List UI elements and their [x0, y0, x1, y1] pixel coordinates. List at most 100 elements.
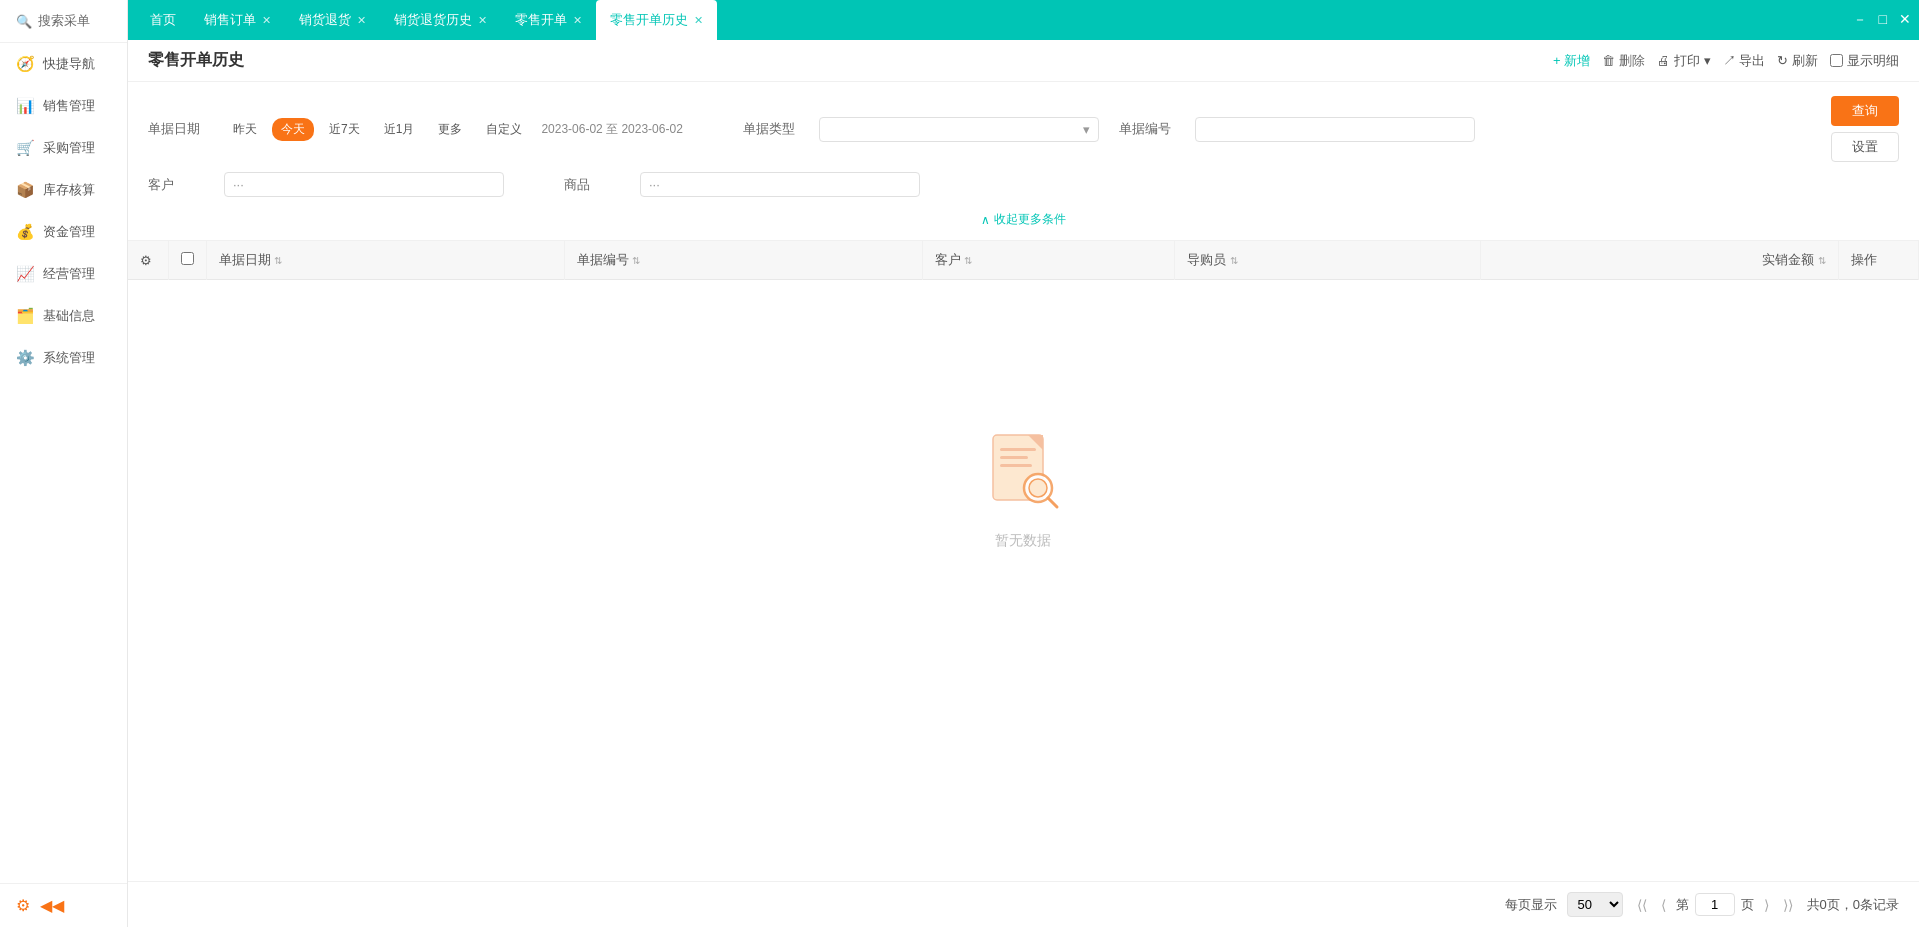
svg-rect-2	[1000, 456, 1028, 459]
empty-illustration	[973, 420, 1073, 520]
col-amount[interactable]: 实销金额	[1480, 241, 1838, 280]
tab-sales-return-history-label: 销货退货历史	[394, 11, 472, 29]
tab-sales-return-close[interactable]: ✕	[357, 14, 366, 27]
customer-select[interactable]: ···	[224, 172, 504, 197]
date-btn-more[interactable]: 更多	[429, 118, 471, 141]
tab-retail-history[interactable]: 零售开单历史 ✕	[596, 0, 717, 40]
maximize-button[interactable]: □	[1879, 11, 1887, 29]
date-filter-label: 单据日期	[148, 120, 204, 138]
sidebar-item-base-info[interactable]: 🗂️ 基础信息	[0, 295, 127, 337]
select-all-checkbox[interactable]	[181, 252, 194, 265]
base-info-icon: 🗂️	[16, 307, 35, 325]
show-detail-toggle[interactable]: 显示明细	[1830, 52, 1899, 70]
settings-gear-button[interactable]: ⚙	[16, 896, 30, 915]
next-page-button[interactable]: ⟩	[1760, 895, 1773, 915]
sidebar-item-purchase-mgmt[interactable]: 🛒 采购管理	[0, 127, 127, 169]
tab-sales-return-history[interactable]: 销货退货历史 ✕	[380, 0, 501, 40]
sidebar-search-label: 搜索采单	[38, 12, 90, 30]
tab-home[interactable]: 首页	[136, 0, 190, 40]
sidebar-collapse-button[interactable]: ◀◀	[40, 896, 64, 915]
date-btn-today[interactable]: 今天	[272, 118, 314, 141]
col-ops-label: 操作	[1851, 252, 1877, 267]
print-icon: 🖨	[1657, 53, 1670, 68]
data-table: ⚙ 单据日期 单据编号 客户	[128, 241, 1919, 690]
date-btn-last7[interactable]: 近7天	[320, 118, 369, 141]
goods-label: 商品	[564, 176, 620, 194]
sidebar-item-label: 系统管理	[43, 349, 95, 367]
window-controls: － □ ✕	[1853, 11, 1911, 29]
pagination-bar: 每页显示 50 20 100 ⟨⟨ ⟨ 第 页 ⟩ ⟩⟩ 共0页，0条记录	[128, 881, 1919, 927]
sidebar-item-inventory[interactable]: 📦 库存核算	[0, 169, 127, 211]
sidebar-item-label: 库存核算	[43, 181, 95, 199]
minimize-button[interactable]: －	[1853, 11, 1867, 29]
goods-select[interactable]: ···	[640, 172, 920, 197]
close-button[interactable]: ✕	[1899, 11, 1911, 29]
page-nav: ⟨⟨ ⟨ 第 页 ⟩ ⟩⟩	[1633, 893, 1797, 916]
page-suffix: 页	[1741, 896, 1754, 914]
purchase-icon: 🛒	[16, 139, 35, 157]
per-page-select[interactable]: 50 20 100	[1567, 892, 1623, 917]
col-amount-label: 实销金额	[1762, 252, 1814, 267]
export-button[interactable]: ↗ 导出	[1723, 52, 1766, 70]
print-button[interactable]: 🖨 打印 ▾	[1657, 52, 1711, 70]
col-customer[interactable]: 客户	[922, 241, 1175, 280]
tab-sales-order-close[interactable]: ✕	[262, 14, 271, 27]
settings-button[interactable]: 设置	[1831, 132, 1899, 162]
show-detail-checkbox[interactable]	[1830, 54, 1843, 67]
collapse-up-icon: ∧	[981, 213, 990, 227]
customer-dots: ···	[233, 177, 244, 192]
sidebar-item-operations[interactable]: 📈 经营管理	[0, 253, 127, 295]
tab-retail-history-close[interactable]: ✕	[694, 14, 703, 27]
sales-icon: 📊	[16, 97, 35, 115]
add-button[interactable]: + 新增	[1553, 52, 1590, 70]
sidebar-item-quick-nav[interactable]: 🧭 快捷导航	[0, 43, 127, 85]
collapse-filter-button[interactable]: ∧ 收起更多条件	[148, 207, 1899, 232]
empty-state-row: 暂无数据	[128, 280, 1919, 691]
prev-page-button[interactable]: ⟨	[1657, 895, 1670, 915]
sidebar-item-sales-mgmt[interactable]: 📊 销售管理	[0, 85, 127, 127]
refresh-button[interactable]: ↻ 刷新	[1777, 52, 1818, 70]
doc-type-label: 单据类型	[743, 120, 799, 138]
sidebar-item-finance[interactable]: 💰 资金管理	[0, 211, 127, 253]
collapse-filter-label: 收起更多条件	[994, 211, 1066, 228]
tab-sales-return-history-close[interactable]: ✕	[478, 14, 487, 27]
finance-icon: 💰	[16, 223, 35, 241]
sidebar-item-label: 快捷导航	[43, 55, 95, 73]
doc-no-input[interactable]	[1195, 117, 1475, 142]
col-customer-label: 客户	[935, 252, 961, 267]
tab-retail-history-label: 零售开单历史	[610, 11, 688, 29]
empty-text: 暂无数据	[995, 532, 1051, 550]
doc-no-label: 单据编号	[1119, 120, 1175, 138]
tab-sales-return[interactable]: 销货退货 ✕	[285, 0, 380, 40]
col-ops: 操作	[1839, 241, 1919, 280]
print-dropdown-icon[interactable]: ▾	[1704, 53, 1711, 68]
date-btn-last1month[interactable]: 近1月	[375, 118, 424, 141]
col-doc-no[interactable]: 单据编号	[564, 241, 922, 280]
total-info: 共0页，0条记录	[1807, 896, 1899, 914]
date-btn-yesterday[interactable]: 昨天	[224, 118, 266, 141]
tab-retail-open[interactable]: 零售开单 ✕	[501, 0, 596, 40]
tab-retail-open-label: 零售开单	[515, 11, 567, 29]
tab-retail-open-close[interactable]: ✕	[573, 14, 582, 27]
col-settings[interactable]: ⚙	[128, 241, 168, 280]
sidebar-search[interactable]: 🔍 搜索采单	[0, 0, 127, 43]
page-label: 第	[1676, 896, 1689, 914]
main-content: 首页 销售订单 ✕ 销货退货 ✕ 销货退货历史 ✕ 零售开单 ✕ 零售开单历史 …	[128, 0, 1919, 927]
query-button[interactable]: 查询	[1831, 96, 1899, 126]
sidebar-item-system-mgmt[interactable]: ⚙️ 系统管理	[0, 337, 127, 379]
filter-row-2: 客户 ··· 商品 ···	[148, 172, 1899, 197]
last-page-button[interactable]: ⟩⟩	[1779, 895, 1797, 915]
doc-type-dropdown-icon: ▾	[1083, 122, 1090, 137]
table-body: 暂无数据	[128, 280, 1919, 691]
date-btn-custom[interactable]: 自定义	[477, 118, 531, 141]
filter-area: 单据日期 昨天 今天 近7天 近1月 更多 自定义 2023-06-02 至 2…	[128, 82, 1919, 241]
col-guide[interactable]: 导购员	[1175, 241, 1480, 280]
delete-button[interactable]: 🗑 删除	[1602, 52, 1645, 70]
first-page-button[interactable]: ⟨⟨	[1633, 895, 1651, 915]
col-date[interactable]: 单据日期	[206, 241, 564, 280]
col-guide-label: 导购员	[1187, 252, 1226, 267]
page-input[interactable]	[1695, 893, 1735, 916]
doc-type-select[interactable]: ▾	[819, 117, 1099, 142]
tab-sales-order[interactable]: 销售订单 ✕	[190, 0, 285, 40]
sidebar-item-label: 销售管理	[43, 97, 95, 115]
